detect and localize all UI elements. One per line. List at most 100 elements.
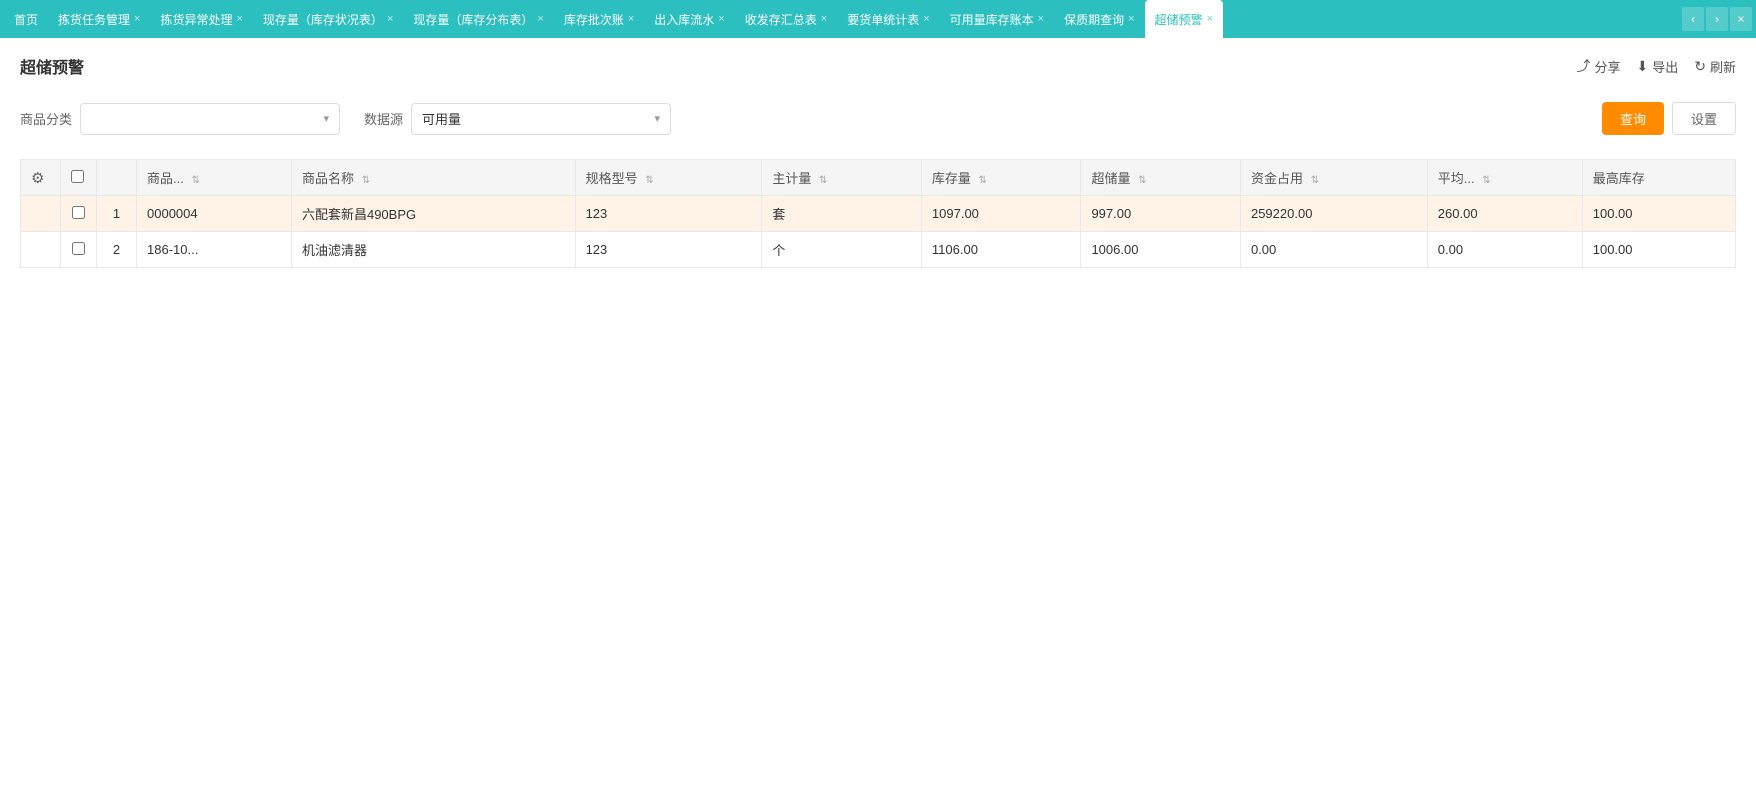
sort-spec-icon[interactable]: ⇅ bbox=[645, 175, 653, 186]
td-stock: 1097.00 bbox=[921, 196, 1081, 232]
nav-tab-close-exception[interactable]: × bbox=[236, 13, 242, 25]
nav-tab-overstock[interactable]: 超储预警 × bbox=[1145, 0, 1223, 38]
select-all-checkbox[interactable] bbox=[71, 170, 84, 183]
td-unit: 套 bbox=[762, 196, 922, 232]
th-product-name-label: 商品名称 bbox=[302, 171, 354, 186]
table-body: 10000004六配套新昌490BPG123套1097.00997.002592… bbox=[21, 196, 1736, 268]
nav-tab-label-available: 可用量库存账本 bbox=[950, 11, 1034, 28]
row-checkbox-1[interactable] bbox=[72, 242, 85, 255]
nav-tab-label-collect: 收发存汇总表 bbox=[745, 11, 817, 28]
sort-avg-icon[interactable]: ⇅ bbox=[1482, 175, 1490, 186]
settings-button[interactable]: 设置 bbox=[1672, 102, 1736, 135]
table-row[interactable]: 10000004六配套新昌490BPG123套1097.00997.002592… bbox=[21, 196, 1736, 232]
nav-tab-close-task[interactable]: × bbox=[134, 13, 140, 25]
datasource-select[interactable]: 可用量 ▾ bbox=[411, 103, 671, 135]
nav-tab-label-quality: 保质期查询 bbox=[1064, 11, 1124, 28]
nav-tab-label-inventory-dist: 现存量（库存分布表） bbox=[413, 11, 533, 28]
th-overstock: 超储量 ⇅ bbox=[1081, 160, 1241, 196]
td-row-num: 2 bbox=[97, 232, 137, 268]
nav-tab-label-inout: 出入库流水 bbox=[654, 11, 714, 28]
nav-tab-quality[interactable]: 保质期查询 × bbox=[1054, 0, 1144, 38]
nav-arrows: ‹ › × bbox=[1682, 7, 1752, 31]
category-chevron-icon: ▾ bbox=[323, 112, 329, 125]
nav-tab-label-order-stat: 要货单统计表 bbox=[847, 11, 919, 28]
sort-product-name-icon[interactable]: ⇅ bbox=[362, 175, 370, 186]
nav-more-arrow[interactable]: × bbox=[1730, 7, 1752, 31]
nav-tab-inventory-dist[interactable]: 现存量（库存分布表） × bbox=[403, 0, 553, 38]
sort-stock-icon[interactable]: ⇅ bbox=[979, 175, 987, 186]
nav-tab-close-batch[interactable]: × bbox=[628, 13, 634, 25]
nav-tab-label-exception: 拣货异常处理 bbox=[160, 11, 232, 28]
td-checkbox[interactable] bbox=[61, 232, 97, 268]
th-avg: 平均... ⇅ bbox=[1427, 160, 1582, 196]
nav-tab-collect[interactable]: 收发存汇总表 × bbox=[735, 0, 837, 38]
nav-tab-label-task: 拣货任务管理 bbox=[58, 11, 130, 28]
th-spec-label: 规格型号 bbox=[586, 171, 638, 186]
nav-tab-inout[interactable]: 出入库流水 × bbox=[644, 0, 734, 38]
nav-tab-task[interactable]: 拣货任务管理 × bbox=[48, 0, 150, 38]
nav-tab-close-order-stat[interactable]: × bbox=[923, 13, 929, 25]
nav-tab-close-available[interactable]: × bbox=[1038, 13, 1044, 25]
share-action[interactable]: ⤴ 分享 bbox=[1576, 56, 1620, 76]
nav-tab-close-quality[interactable]: × bbox=[1128, 13, 1134, 25]
refresh-action[interactable]: ↻ 刷新 bbox=[1694, 57, 1736, 76]
th-settings: ⚙ bbox=[21, 160, 61, 196]
share-label: 分享 bbox=[1594, 57, 1620, 76]
td-stock: 1106.00 bbox=[921, 232, 1081, 268]
refresh-label: 刷新 bbox=[1710, 57, 1736, 76]
nav-tab-batch[interactable]: 库存批次账× bbox=[554, 0, 644, 38]
td-row-num: 1 bbox=[97, 196, 137, 232]
nav-tab-close-overstock[interactable]: × bbox=[1207, 13, 1213, 25]
td-checkbox[interactable] bbox=[61, 196, 97, 232]
td-spec: 123 bbox=[575, 196, 762, 232]
td-product-name: 六配套新昌490BPG bbox=[291, 196, 575, 232]
td-settings[interactable] bbox=[21, 232, 61, 268]
nav-tab-exception[interactable]: 拣货异常处理 × bbox=[150, 0, 252, 38]
page-header: 超储预警 ⤴ 分享 ⬇ 导出 ↻ 刷新 bbox=[20, 54, 1736, 78]
export-action[interactable]: ⬇ 导出 bbox=[1637, 57, 1679, 76]
td-max-stock: 100.00 bbox=[1582, 232, 1735, 268]
th-capital-label: 资金占用 bbox=[1251, 171, 1303, 186]
td-product-code: 186-10... bbox=[137, 232, 292, 268]
category-filter-group: 商品分类 ▾ bbox=[20, 103, 340, 135]
nav-left-arrow[interactable]: ‹ bbox=[1682, 7, 1704, 31]
table-settings-gear-icon[interactable]: ⚙ bbox=[31, 170, 44, 187]
refresh-icon: ↻ bbox=[1694, 58, 1706, 75]
datasource-chevron-icon: ▾ bbox=[655, 112, 661, 125]
th-product-code: 商品... ⇅ bbox=[137, 160, 292, 196]
category-select[interactable]: ▾ bbox=[80, 103, 340, 135]
row-checkbox-0[interactable] bbox=[72, 206, 85, 219]
page-title: 超储预警 bbox=[20, 54, 84, 78]
nav-tab-close-inventory-status[interactable]: × bbox=[387, 13, 393, 25]
th-max-stock-label: 最高库存 bbox=[1593, 171, 1645, 186]
th-product-code-label: 商品... bbox=[147, 171, 184, 186]
td-settings[interactable] bbox=[21, 196, 61, 232]
nav-tab-label-overstock: 超储预警 bbox=[1155, 11, 1203, 28]
nav-tab-available[interactable]: 可用量库存账本 × bbox=[940, 0, 1054, 38]
sort-product-code-icon[interactable]: ⇅ bbox=[191, 175, 199, 186]
sort-overstock-icon[interactable]: ⇅ bbox=[1138, 175, 1146, 186]
nav-right-arrow[interactable]: › bbox=[1706, 7, 1728, 31]
td-overstock: 1006.00 bbox=[1081, 232, 1241, 268]
page-content: 超储预警 ⤴ 分享 ⬇ 导出 ↻ 刷新 商品分类 ▾ 数据源 bbox=[0, 38, 1756, 284]
nav-tab-home[interactable]: 首页 bbox=[4, 0, 48, 38]
td-product-name: 机油滤清器 bbox=[291, 232, 575, 268]
th-stock-label: 库存量 bbox=[932, 171, 971, 186]
nav-tab-close-inout[interactable]: × bbox=[718, 13, 724, 25]
nav-tab-inventory-status[interactable]: 现存量（库存状况表）× bbox=[253, 0, 403, 38]
filter-row: 商品分类 ▾ 数据源 可用量 ▾ 查询 设置 bbox=[20, 92, 1736, 145]
sort-unit-icon[interactable]: ⇅ bbox=[819, 175, 827, 186]
share-icon: ⤴ bbox=[1576, 56, 1590, 76]
table-row[interactable]: 2186-10...机油滤清器123个1106.001006.000.000.0… bbox=[21, 232, 1736, 268]
nav-tab-order-stat[interactable]: 要货单统计表 × bbox=[837, 0, 939, 38]
td-capital: 0.00 bbox=[1240, 232, 1427, 268]
data-table: ⚙ 商品... ⇅ 商品名称 ⇅ 规格型号 ⇅ bbox=[20, 159, 1736, 268]
sort-capital-icon[interactable]: ⇅ bbox=[1311, 175, 1319, 186]
query-button[interactable]: 查询 bbox=[1602, 102, 1664, 135]
nav-tab-close-inventory-dist[interactable]: × bbox=[537, 13, 543, 25]
th-max-stock: 最高库存 bbox=[1582, 160, 1735, 196]
category-label: 商品分类 bbox=[20, 109, 72, 128]
nav-tab-close-collect[interactable]: × bbox=[821, 13, 827, 25]
td-avg: 260.00 bbox=[1427, 196, 1582, 232]
header-actions: ⤴ 分享 ⬇ 导出 ↻ 刷新 bbox=[1576, 56, 1736, 76]
